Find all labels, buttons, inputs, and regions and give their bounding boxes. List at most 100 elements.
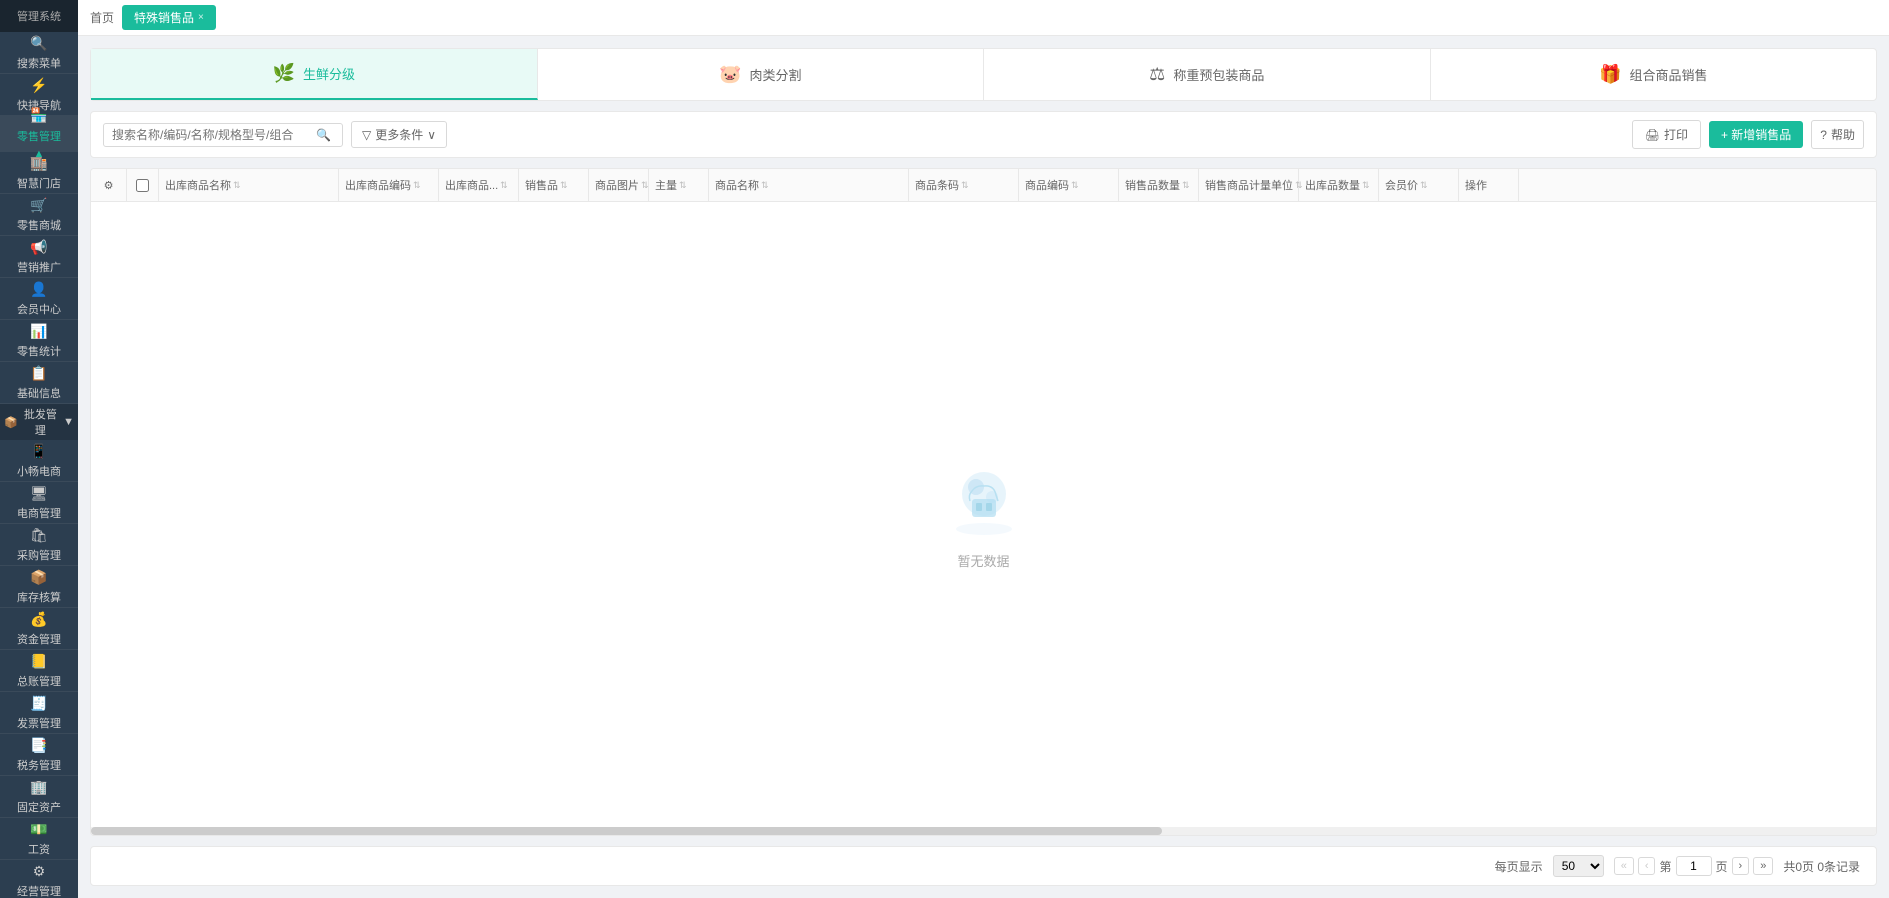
home-breadcrumb[interactable]: 首页	[90, 9, 114, 26]
sort-icon: ⇅	[233, 180, 241, 191]
sidebar-item-miniapp[interactable]: 📱 小畅电商	[0, 440, 78, 482]
tab-meat[interactable]: 🐷 肉类分割	[538, 49, 985, 100]
ops-icon: ⚙	[33, 863, 46, 880]
sort-icon: ⇅	[679, 180, 687, 191]
search-box[interactable]: 🔍	[103, 123, 343, 147]
sort-icon: ⇅	[1182, 180, 1190, 191]
sidebar-item-basics[interactable]: 📋 基础信息	[0, 362, 78, 404]
sidebar-item-label: 固定资产	[17, 799, 61, 815]
th-outqty[interactable]: 出库品数量 ⇅	[1299, 169, 1379, 201]
page-content: 🌿 生鲜分级 🐷 肉类分割 ⚖ 称重预包装商品 🎁 组合商品销售 🔍	[78, 36, 1889, 898]
sidebar-item-marketing[interactable]: 📢 营销推广	[0, 236, 78, 278]
scrollbar-thumb[interactable]	[91, 827, 1162, 835]
help-icon: ?	[1820, 128, 1827, 142]
th-saleprod-label: 销售品	[525, 177, 558, 193]
sidebar-item-retailstat[interactable]: 📊 零售统计	[0, 320, 78, 362]
next-page-button[interactable]: ›	[1732, 857, 1750, 875]
th-weight[interactable]: 主量 ⇅	[649, 169, 709, 201]
per-page-select[interactable]: 50 10 20 100	[1553, 855, 1604, 877]
data-table: ⚙ 出库商品名称 ⇅ 出库商品编码 ⇅ 出库商品... ⇅	[90, 168, 1877, 836]
tab-weight[interactable]: ⚖ 称重预包装商品	[984, 49, 1431, 100]
sidebar-item-retail[interactable]: 🏪 零售管理 ▲	[0, 116, 78, 152]
pagination-bar: 每页显示 50 10 20 100 « ‹ 第 页 › » 共0页 0条记录	[90, 846, 1877, 886]
tab-meat-label: 肉类分割	[749, 65, 801, 84]
sidebar-item-salary[interactable]: 💵 工资	[0, 818, 78, 860]
sidebar-item-label: 零售商城	[17, 217, 61, 233]
active-tab[interactable]: 特殊销售品 ×	[122, 5, 216, 30]
assets-icon: 🏢	[30, 779, 47, 796]
th-outcode-label: 出库商品编码	[345, 177, 411, 193]
sort-icon: ⇅	[961, 180, 969, 191]
last-page-button[interactable]: »	[1753, 857, 1773, 875]
sidebar: 管理系统 🔍 搜索菜单 ⚡ 快捷导航 🏪 零售管理 ▲ 🏬 智慧门店 🛒 零售商…	[0, 0, 78, 898]
th-outcode[interactable]: 出库商品编码 ⇅	[339, 169, 439, 201]
filter-button[interactable]: ▽ 更多条件 ∨	[351, 121, 447, 148]
marketing-icon: 📢	[30, 239, 47, 256]
th-img[interactable]: 商品图片 ⇅	[589, 169, 649, 201]
sidebar-item-invoice[interactable]: 🧾 发票管理	[0, 692, 78, 734]
th-saleunit[interactable]: 销售商品计量单位 ⇅	[1199, 169, 1299, 201]
sort-icon: ⇅	[641, 180, 649, 191]
th-goodsname[interactable]: 商品名称 ⇅	[709, 169, 909, 201]
sort-icon: ⇅	[1420, 180, 1428, 191]
table-body-empty: 暂无数据	[91, 202, 1876, 827]
sidebar-item-finance[interactable]: 💰 资金管理	[0, 608, 78, 650]
search-input[interactable]	[112, 128, 312, 142]
help-button[interactable]: ? 帮助	[1811, 120, 1864, 149]
toolbar: 🔍 ▽ 更多条件 ∨ 🖨 打印 + 新增销售品 ? 帮助	[90, 111, 1877, 158]
page-label-before: 第	[1659, 858, 1671, 875]
sidebar-item-ecom[interactable]: 🖥 电商管理	[0, 482, 78, 524]
sidebar-item-purchase[interactable]: 🛍 采购管理	[0, 524, 78, 566]
th-barcode[interactable]: 商品条码 ⇅	[909, 169, 1019, 201]
tab-label: 特殊销售品	[134, 9, 194, 26]
sidebar-item-ops[interactable]: ⚙ 经营管理	[0, 860, 78, 898]
th-checkbox[interactable]	[127, 169, 159, 201]
sidebar-item-wholesale[interactable]: 📦 批发管理 ▼	[0, 404, 78, 440]
th-goodsname-label: 商品名称	[715, 177, 759, 193]
sidebar-item-inventory[interactable]: 📦 库存核算	[0, 566, 78, 608]
retailstat-icon: 📊	[30, 323, 47, 340]
th-outname-label: 出库商品名称	[165, 177, 231, 193]
sidebar-item-tax[interactable]: 📑 税务管理	[0, 734, 78, 776]
th-saleprod[interactable]: 销售品 ⇅	[519, 169, 589, 201]
gear-icon: ⚙	[104, 179, 114, 192]
per-page-label: 每页显示	[1495, 858, 1543, 875]
page-label: 页	[1716, 858, 1728, 875]
sidebar-item-member[interactable]: 👤 会员中心	[0, 278, 78, 320]
tab-combo[interactable]: 🎁 组合商品销售	[1431, 49, 1877, 100]
horizontal-scrollbar[interactable]	[91, 827, 1876, 835]
sidebar-item-retailmall[interactable]: 🛒 零售商城	[0, 194, 78, 236]
th-gear[interactable]: ⚙	[91, 169, 127, 201]
sidebar-item-label: 会员中心	[17, 301, 61, 317]
th-goodscode[interactable]: 商品编码 ⇅	[1019, 169, 1119, 201]
print-icon: 🖨	[1645, 128, 1660, 142]
th-outsku[interactable]: 出库商品... ⇅	[439, 169, 519, 201]
invoice-icon: 🧾	[30, 695, 47, 712]
sidebar-item-smartshop[interactable]: 🏬 智慧门店	[0, 152, 78, 194]
sort-icon: ⇅	[413, 180, 421, 191]
th-outqty-label: 出库品数量	[1305, 177, 1360, 193]
sidebar-item-label: 库存核算	[17, 589, 61, 605]
new-sale-button[interactable]: + 新增销售品	[1709, 121, 1803, 148]
page-number-input[interactable]	[1676, 856, 1712, 876]
table-header: ⚙ 出库商品名称 ⇅ 出库商品编码 ⇅ 出库商品... ⇅	[91, 169, 1876, 202]
first-page-button[interactable]: «	[1614, 857, 1634, 875]
th-saleqty[interactable]: 销售品数量 ⇅	[1119, 169, 1199, 201]
prev-page-button[interactable]: ‹	[1638, 857, 1656, 875]
th-img-label: 商品图片	[595, 177, 639, 193]
print-button[interactable]: 🖨 打印	[1632, 120, 1701, 149]
close-tab-icon[interactable]: ×	[198, 12, 204, 23]
toolbar-left: 🔍 ▽ 更多条件 ∨	[103, 121, 447, 148]
sidebar-item-ledger[interactable]: 📒 总账管理	[0, 650, 78, 692]
sidebar-item-label: 批发管理	[22, 406, 59, 438]
tab-fresh-label: 生鲜分级	[303, 64, 355, 83]
tab-fresh[interactable]: 🌿 生鲜分级	[91, 49, 538, 100]
th-memberprice[interactable]: 会员价 ⇅	[1379, 169, 1459, 201]
sidebar-logo: 管理系统	[0, 0, 78, 32]
inventory-icon: 📦	[30, 569, 47, 586]
sidebar-item-assets[interactable]: 🏢 固定资产	[0, 776, 78, 818]
th-outname[interactable]: 出库商品名称 ⇅	[159, 169, 339, 201]
retail-icon: 🏪	[30, 107, 47, 124]
select-all-checkbox[interactable]	[136, 179, 149, 192]
sidebar-item-search[interactable]: 🔍 搜索菜单	[0, 32, 78, 74]
